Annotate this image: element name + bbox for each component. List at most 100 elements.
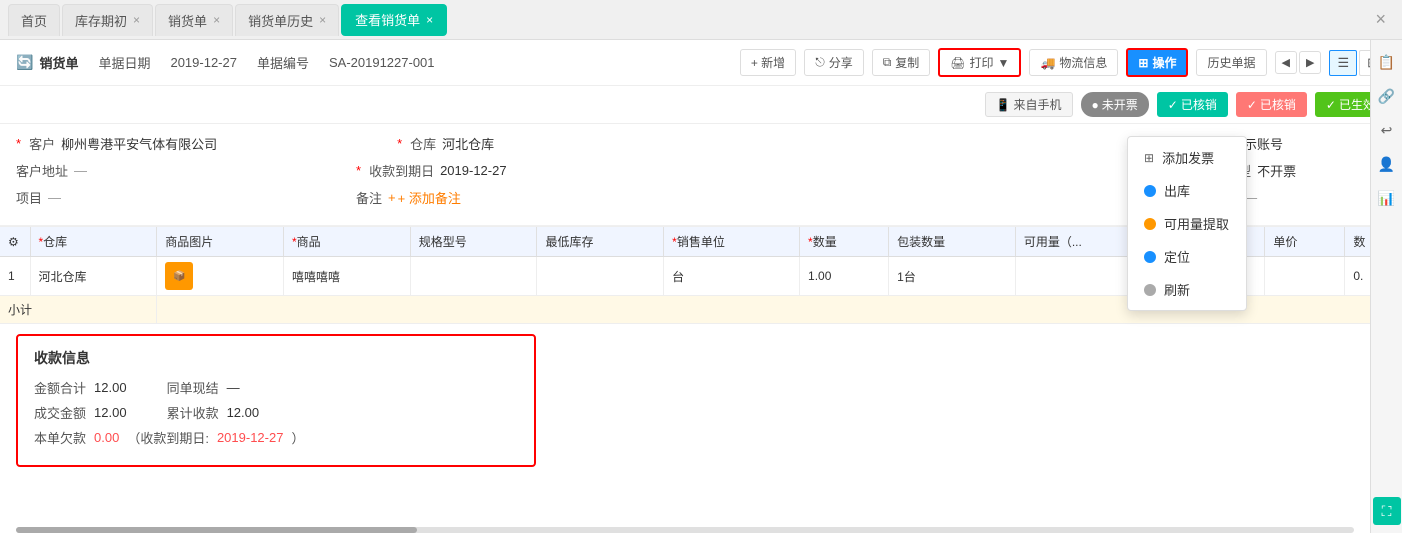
number-value: SA-20191227-001 [329, 55, 435, 70]
col-unit: *销售单位 [664, 227, 800, 257]
print-dropdown-arrow: ▼ [998, 56, 1010, 70]
col-product: *商品 [283, 227, 410, 257]
payment-section: 收款信息 金额合计 12.00 同单现结 — 成交金额 12.00 累计收款 [16, 334, 536, 467]
customer-field: * 客户 柳州粤港平安气体有限公司 [16, 134, 217, 153]
doc-header: 🔄 销货单 单据日期 2019-12-27 单据编号 SA-20191227-0… [0, 40, 1402, 86]
add-note-icon: + [388, 190, 396, 205]
cancelled-button[interactable]: ✓ 已核销 [1236, 92, 1307, 117]
row-min-stock [537, 257, 664, 296]
tab-inventory-close[interactable]: × [133, 13, 140, 27]
copy-button[interactable]: ⧉ 复制 [872, 49, 931, 76]
window-close-button[interactable]: × [1367, 9, 1394, 30]
nav-arrows: ◀ ▶ [1275, 51, 1322, 74]
row-image: 📦 [157, 257, 284, 296]
sidebar-user-icon[interactable]: 👤 [1373, 150, 1401, 178]
copy-icon: ⧉ [883, 55, 892, 70]
dropdown-add-invoice[interactable]: ⊞ 添加发票 [1128, 141, 1246, 174]
number-label: 单据编号 [257, 53, 309, 72]
dropdown-outbound[interactable]: 出库 [1128, 174, 1246, 207]
warehouse-field: * 仓库 河北仓库 [397, 134, 597, 153]
row-spec [410, 257, 537, 296]
history-button[interactable]: 历史单据 [1196, 49, 1266, 76]
doc-meta: 单据日期 2019-12-27 单据编号 SA-20191227-001 [98, 53, 739, 72]
payment-row-1: 金额合计 12.00 同单现结 — [34, 378, 518, 397]
unopened-button[interactable]: ● 未开票 [1081, 92, 1149, 117]
row-qty: 1.00 [800, 257, 889, 296]
tab-view-sales[interactable]: 查看销货单 × [341, 4, 447, 36]
tab-home[interactable]: 首页 [8, 4, 60, 36]
next-button[interactable]: ▶ [1299, 51, 1321, 74]
share-button[interactable]: ⎋ 分享 [804, 49, 864, 76]
sidebar-return-icon[interactable]: ↩ [1373, 116, 1401, 144]
product-image: 📦 [165, 262, 193, 290]
doc-icon: 🔄 [16, 54, 33, 71]
tab-sales-close[interactable]: × [213, 13, 220, 27]
print-button[interactable]: 🖨 打印 ▼ [938, 48, 1021, 77]
project-field: 项目 — [16, 188, 216, 207]
share-icon: ⎋ [815, 55, 825, 70]
payment-row-2: 成交金额 12.00 累计收款 12.00 [34, 403, 518, 422]
doc-title: 销货单 [39, 53, 78, 72]
row-unit: 台 [664, 257, 800, 296]
tab-sales-history-close[interactable]: × [319, 13, 326, 27]
verify-icon: ✓ [1168, 98, 1178, 112]
locate-icon [1144, 251, 1156, 263]
tab-sales-history[interactable]: 销货单历史 × [235, 4, 339, 36]
tab-inventory[interactable]: 库存期初 × [62, 4, 153, 36]
date-value: 2019-12-27 [170, 55, 237, 70]
col-qty: *数量 [800, 227, 889, 257]
date-label: 单据日期 [98, 53, 150, 72]
tab-bar: 首页 库存期初 × 销货单 × 销货单历史 × 查看销货单 × × [0, 0, 1402, 40]
payment-row-3: 本单欠款 0.00 （收款到期日: 2019-12-27 ） [34, 428, 518, 447]
col-pack: 包装数量 [889, 227, 1016, 257]
main-content: 🔄 销货单 单据日期 2019-12-27 单据编号 SA-20191227-0… [0, 40, 1402, 533]
invoice-icon: ⊞ [1144, 151, 1154, 165]
note-field: 备注 + + 添加备注 [356, 188, 556, 207]
deal-amount: 成交金额 12.00 [34, 403, 127, 422]
cumulative-payment: 累计收款 12.00 [167, 403, 260, 422]
prev-button[interactable]: ◀ [1275, 51, 1297, 74]
refresh-icon [1144, 284, 1156, 296]
from-phone-button[interactable]: 📱 来自手机 [985, 92, 1073, 117]
due-date-field: * 收款到期日 2019-12-27 [356, 161, 556, 180]
col-settings[interactable]: ⚙ [0, 227, 30, 257]
sidebar-link-icon[interactable]: 🔗 [1373, 82, 1401, 110]
dropdown-available[interactable]: 可用量提取 [1128, 207, 1246, 240]
dropdown-refresh[interactable]: 刷新 [1128, 273, 1246, 306]
operate-button[interactable]: ⊞ 操作 [1126, 48, 1188, 77]
col-spec: 规格型号 [410, 227, 537, 257]
address-field: 客户地址 — [16, 161, 216, 180]
sidebar-chart-icon[interactable]: 📊 [1373, 184, 1401, 212]
row-warehouse: 河北仓库 [30, 257, 157, 296]
subtotal-label: 小计 [0, 296, 157, 324]
col-min-stock: 最低库存 [537, 227, 664, 257]
view-list-button[interactable]: ☰ [1329, 50, 1357, 76]
outbound-icon [1144, 185, 1156, 197]
toolbar-row: 📱 来自手机 ● 未开票 ✓ 已核销 ✓ 已核销 ✓ 已生效 [0, 86, 1402, 124]
dropdown-locate[interactable]: 定位 [1128, 240, 1246, 273]
row-product: 嘻嘻嘻嘻 [283, 257, 410, 296]
col-warehouse: *仓库 [30, 227, 157, 257]
same-order: 同单现结 — [167, 378, 240, 397]
operate-icon: ⊞ [1138, 56, 1148, 70]
available-icon [1144, 218, 1156, 230]
new-button[interactable]: + 新增 [740, 49, 796, 76]
col-price: 单价 [1265, 227, 1345, 257]
verify-button[interactable]: ✓ 已核销 [1157, 92, 1228, 117]
logistics-icon: 🚚 [1040, 56, 1055, 70]
operate-dropdown: ⊞ 添加发票 出库 可用量提取 定位 刷新 [1127, 136, 1247, 311]
payment-title: 收款信息 [34, 348, 518, 368]
tab-view-sales-close[interactable]: × [426, 13, 433, 27]
row-pack: 1台 [889, 257, 1016, 296]
doc-actions: + 新增 ⎋ 分享 ⧉ 复制 🖨 打印 ▼ 🚚 物流信息 [740, 48, 1386, 77]
row-price [1265, 257, 1345, 296]
tab-sales[interactable]: 销货单 × [155, 4, 233, 36]
sidebar-expand-icon[interactable]: ⛶ [1373, 497, 1401, 525]
cancelled-icon: ✓ [1247, 98, 1257, 112]
col-image: 商品图片 [157, 227, 284, 257]
total-amount: 金额合计 12.00 [34, 378, 127, 397]
add-note-button[interactable]: + + 添加备注 [388, 188, 461, 207]
sidebar-clipboard-icon[interactable]: 📋 [1373, 48, 1401, 76]
owe-amount: 本单欠款 0.00 （收款到期日: 2019-12-27 ） [34, 428, 304, 447]
logistics-button[interactable]: 🚚 物流信息 [1029, 49, 1118, 76]
